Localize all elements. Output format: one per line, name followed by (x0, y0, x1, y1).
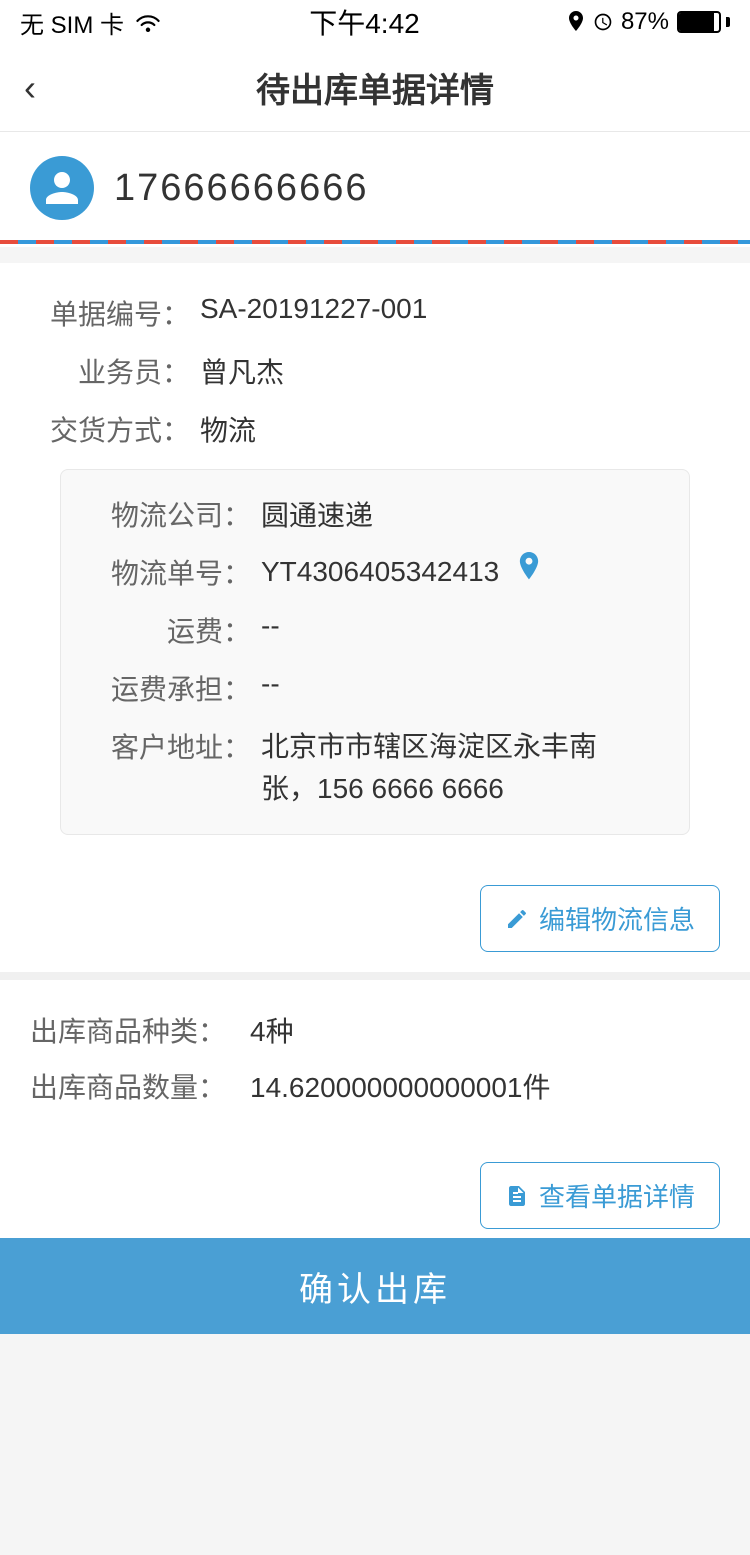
logistics-company-label: 物流公司： (91, 494, 251, 534)
sales-person-value: 曾凡杰 (200, 351, 720, 391)
goods-quantity-row: 出库商品数量： 14.620000000000001件 (30, 1066, 720, 1106)
edit-logistics-button[interactable]: 编辑物流信息 (480, 885, 720, 952)
user-icon (42, 168, 82, 208)
delivery-method-row: 交货方式： 物流 (30, 409, 720, 449)
tracking-location-icon[interactable] (515, 552, 543, 591)
confirm-button-label: 确认出库 (299, 1262, 451, 1311)
status-time: 下午4:42 (309, 2, 420, 42)
goods-quantity-value: 14.620000000000001件 (250, 1066, 551, 1106)
edit-icon (505, 907, 529, 931)
freight-bearer-row: 运费承担： -- (91, 668, 659, 708)
status-right: 87% (567, 8, 730, 36)
confirm-button[interactable]: 确认出库 (0, 1238, 750, 1334)
freight-row: 运费： -- (91, 610, 659, 650)
freight-bearer-label: 运费承担： (91, 668, 251, 708)
location-icon (567, 11, 585, 33)
status-left: 无 SIM 卡 (20, 5, 162, 40)
tracking-no-row: 物流单号： YT4306405342413 (91, 552, 659, 592)
freight-bearer-value: -- (261, 668, 659, 700)
goods-types-row: 出库商品种类： 4种 (30, 1010, 720, 1050)
wifi-icon (134, 12, 162, 32)
address-label: 客户地址： (91, 726, 251, 766)
sales-person-row: 业务员： 曾凡杰 (30, 351, 720, 391)
page-title: 待出库单据详情 (256, 63, 494, 112)
back-button[interactable]: ‹ (24, 67, 36, 109)
goods-types-value: 4种 (250, 1010, 294, 1050)
tracking-no-value: YT4306405342413 (261, 552, 659, 591)
battery-percent: 87% (621, 8, 669, 36)
goods-section: 出库商品种类： 4种 出库商品数量： 14.620000000000001件 (0, 980, 750, 1152)
carrier-text: 无 SIM 卡 (20, 5, 124, 40)
order-info-section: 单据编号： SA-20191227-001 业务员： 曾凡杰 交货方式： 物流 … (0, 263, 750, 865)
logistics-company-row: 物流公司： 圆通速递 (91, 494, 659, 534)
order-no-value: SA-20191227-001 (200, 293, 720, 325)
goods-quantity-label: 出库商品数量： (30, 1066, 250, 1106)
address-row: 客户地址： 北京市市辖区海淀区永丰南 张，156 6666 6666 (91, 726, 659, 810)
edit-btn-row: 编辑物流信息 (0, 865, 750, 972)
goods-types-label: 出库商品种类： (30, 1010, 250, 1050)
view-details-button[interactable]: 查看单据详情 (480, 1162, 720, 1229)
customer-phone: 17666666666 (114, 167, 368, 210)
view-details-label: 查看单据详情 (539, 1177, 695, 1214)
freight-label: 运费： (91, 610, 251, 650)
order-no-label: 单据编号： (30, 293, 190, 333)
nav-bar: ‹ 待出库单据详情 (0, 44, 750, 132)
sales-person-label: 业务员： (30, 351, 190, 391)
logistics-company-value: 圆通速递 (261, 494, 659, 534)
delivery-method-label: 交货方式： (30, 409, 190, 449)
avatar (30, 156, 94, 220)
document-icon (505, 1184, 529, 1208)
edit-logistics-label: 编辑物流信息 (539, 900, 695, 937)
divider-1 (0, 972, 750, 980)
battery-indicator (677, 11, 730, 33)
order-no-row: 单据编号： SA-20191227-001 (30, 293, 720, 333)
delivery-method-value: 物流 (200, 409, 720, 449)
alarm-icon (593, 11, 613, 33)
address-value: 北京市市辖区海淀区永丰南 张，156 6666 6666 (261, 726, 659, 810)
status-bar: 无 SIM 卡 下午4:42 87% (0, 0, 750, 44)
logistics-card: 物流公司： 圆通速递 物流单号： YT4306405342413 运费： -- (60, 469, 690, 835)
tracking-no-text: YT4306405342413 (261, 556, 499, 588)
freight-value: -- (261, 610, 659, 642)
customer-header: 17666666666 (0, 132, 750, 247)
tracking-no-label: 物流单号： (91, 552, 251, 592)
